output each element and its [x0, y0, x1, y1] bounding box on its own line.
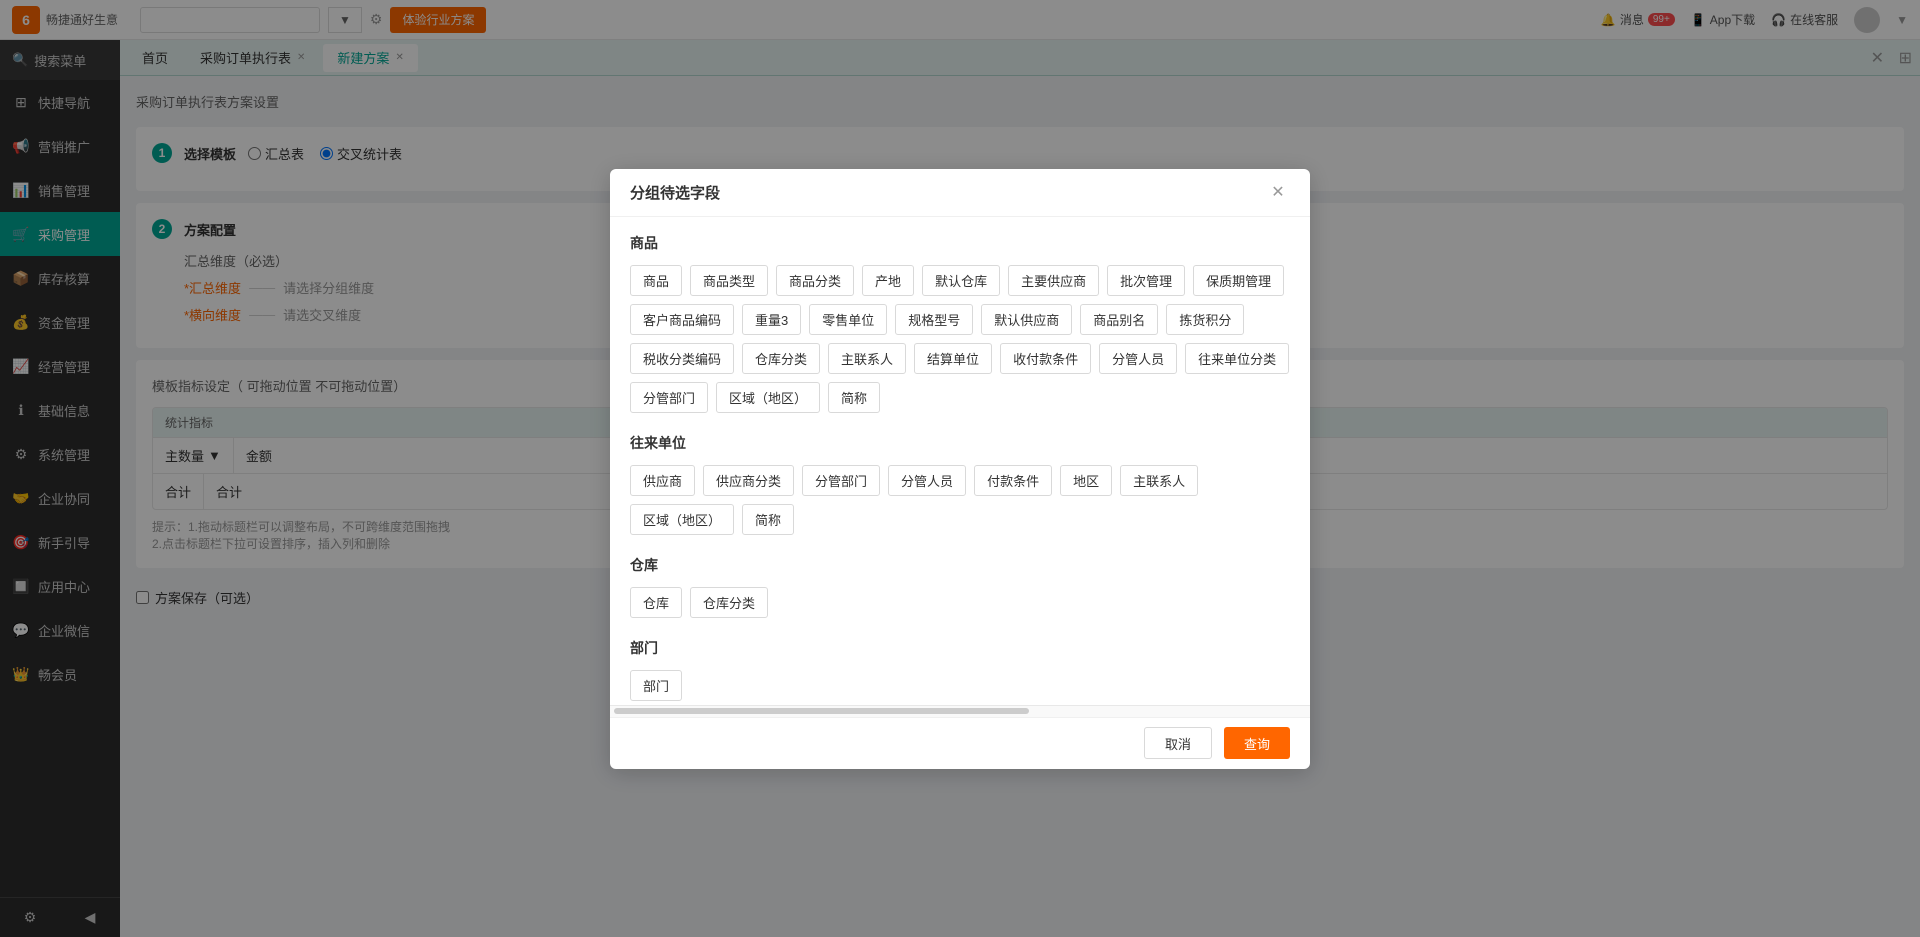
field-tag-goods-15[interactable]: 税收分类编码 [630, 343, 734, 374]
modal-footer: 取消 查询 [610, 717, 1310, 769]
field-tag-goods-7[interactable]: 保质期管理 [1193, 265, 1284, 296]
field-tag-partner-4[interactable]: 付款条件 [974, 465, 1052, 496]
field-tag-partner-8[interactable]: 简称 [742, 504, 794, 535]
modal-horizontal-scrollbar[interactable] [610, 705, 1310, 717]
field-tag-goods-23[interactable]: 区域（地区） [716, 382, 820, 413]
field-tag-goods-22[interactable]: 分管部门 [630, 382, 708, 413]
field-tag-goods-4[interactable]: 默认仓库 [922, 265, 1000, 296]
field-tag-goods-11[interactable]: 规格型号 [895, 304, 973, 335]
field-tag-goods-9[interactable]: 重量3 [742, 304, 801, 335]
field-tag-goods-14[interactable]: 拣货积分 [1166, 304, 1244, 335]
modal-confirm-button[interactable]: 查询 [1224, 727, 1290, 759]
modal-overlay: 分组待选字段 ✕ 商品 商品 商品类型 商品分类 产地 默认仓库 主要供应商 批… [0, 0, 1920, 937]
field-tag-goods-24[interactable]: 简称 [828, 382, 880, 413]
field-tag-goods-16[interactable]: 仓库分类 [742, 343, 820, 374]
partner-field-tags: 供应商 供应商分类 分管部门 分管人员 付款条件 地区 主联系人 区域（地区） … [630, 465, 1290, 535]
partner-section-title: 往来单位 [630, 433, 1290, 453]
modal-cancel-button[interactable]: 取消 [1144, 727, 1212, 759]
field-tag-goods-5[interactable]: 主要供应商 [1008, 265, 1099, 296]
field-tag-partner-3[interactable]: 分管人员 [888, 465, 966, 496]
field-tag-goods-3[interactable]: 产地 [862, 265, 914, 296]
field-select-modal: 分组待选字段 ✕ 商品 商品 商品类型 商品分类 产地 默认仓库 主要供应商 批… [610, 169, 1310, 769]
field-section-partner: 往来单位 供应商 供应商分类 分管部门 分管人员 付款条件 地区 主联系人 区域… [630, 433, 1290, 535]
field-section-goods: 商品 商品 商品类型 商品分类 产地 默认仓库 主要供应商 批次管理 保质期管理… [630, 233, 1290, 413]
field-tag-partner-0[interactable]: 供应商 [630, 465, 695, 496]
field-tag-partner-5[interactable]: 地区 [1060, 465, 1112, 496]
field-tag-goods-1[interactable]: 商品类型 [690, 265, 768, 296]
field-tag-goods-21[interactable]: 往来单位分类 [1185, 343, 1289, 374]
field-tag-dept-0[interactable]: 部门 [630, 670, 682, 701]
field-tag-goods-19[interactable]: 收付款条件 [1000, 343, 1091, 374]
goods-field-tags: 商品 商品类型 商品分类 产地 默认仓库 主要供应商 批次管理 保质期管理 客户… [630, 265, 1290, 413]
modal-hscroll-thumb [614, 708, 1029, 714]
field-tag-partner-7[interactable]: 区域（地区） [630, 504, 734, 535]
field-tag-goods-8[interactable]: 客户商品编码 [630, 304, 734, 335]
field-tag-goods-20[interactable]: 分管人员 [1099, 343, 1177, 374]
modal-close-button[interactable]: ✕ [1266, 180, 1290, 204]
dept-field-tags: 部门 [630, 670, 1290, 701]
warehouse-section-title: 仓库 [630, 555, 1290, 575]
field-tag-goods-10[interactable]: 零售单位 [809, 304, 887, 335]
warehouse-field-tags: 仓库 仓库分类 [630, 587, 1290, 618]
modal-body[interactable]: 商品 商品 商品类型 商品分类 产地 默认仓库 主要供应商 批次管理 保质期管理… [610, 217, 1310, 705]
field-tag-goods-0[interactable]: 商品 [630, 265, 682, 296]
field-section-dept: 部门 部门 [630, 638, 1290, 701]
modal-header: 分组待选字段 ✕ [610, 169, 1310, 217]
modal-title: 分组待选字段 [630, 182, 720, 203]
field-tag-warehouse-0[interactable]: 仓库 [630, 587, 682, 618]
field-tag-goods-6[interactable]: 批次管理 [1107, 265, 1185, 296]
field-tag-partner-2[interactable]: 分管部门 [802, 465, 880, 496]
field-tag-goods-12[interactable]: 默认供应商 [981, 304, 1072, 335]
field-tag-goods-17[interactable]: 主联系人 [828, 343, 906, 374]
field-tag-partner-6[interactable]: 主联系人 [1120, 465, 1198, 496]
field-tag-partner-1[interactable]: 供应商分类 [703, 465, 794, 496]
dept-section-title: 部门 [630, 638, 1290, 658]
field-tag-goods-18[interactable]: 结算单位 [914, 343, 992, 374]
goods-section-title: 商品 [630, 233, 1290, 253]
field-tag-goods-2[interactable]: 商品分类 [776, 265, 854, 296]
field-tag-warehouse-1[interactable]: 仓库分类 [690, 587, 768, 618]
field-section-warehouse: 仓库 仓库 仓库分类 [630, 555, 1290, 618]
field-tag-goods-13[interactable]: 商品别名 [1080, 304, 1158, 335]
